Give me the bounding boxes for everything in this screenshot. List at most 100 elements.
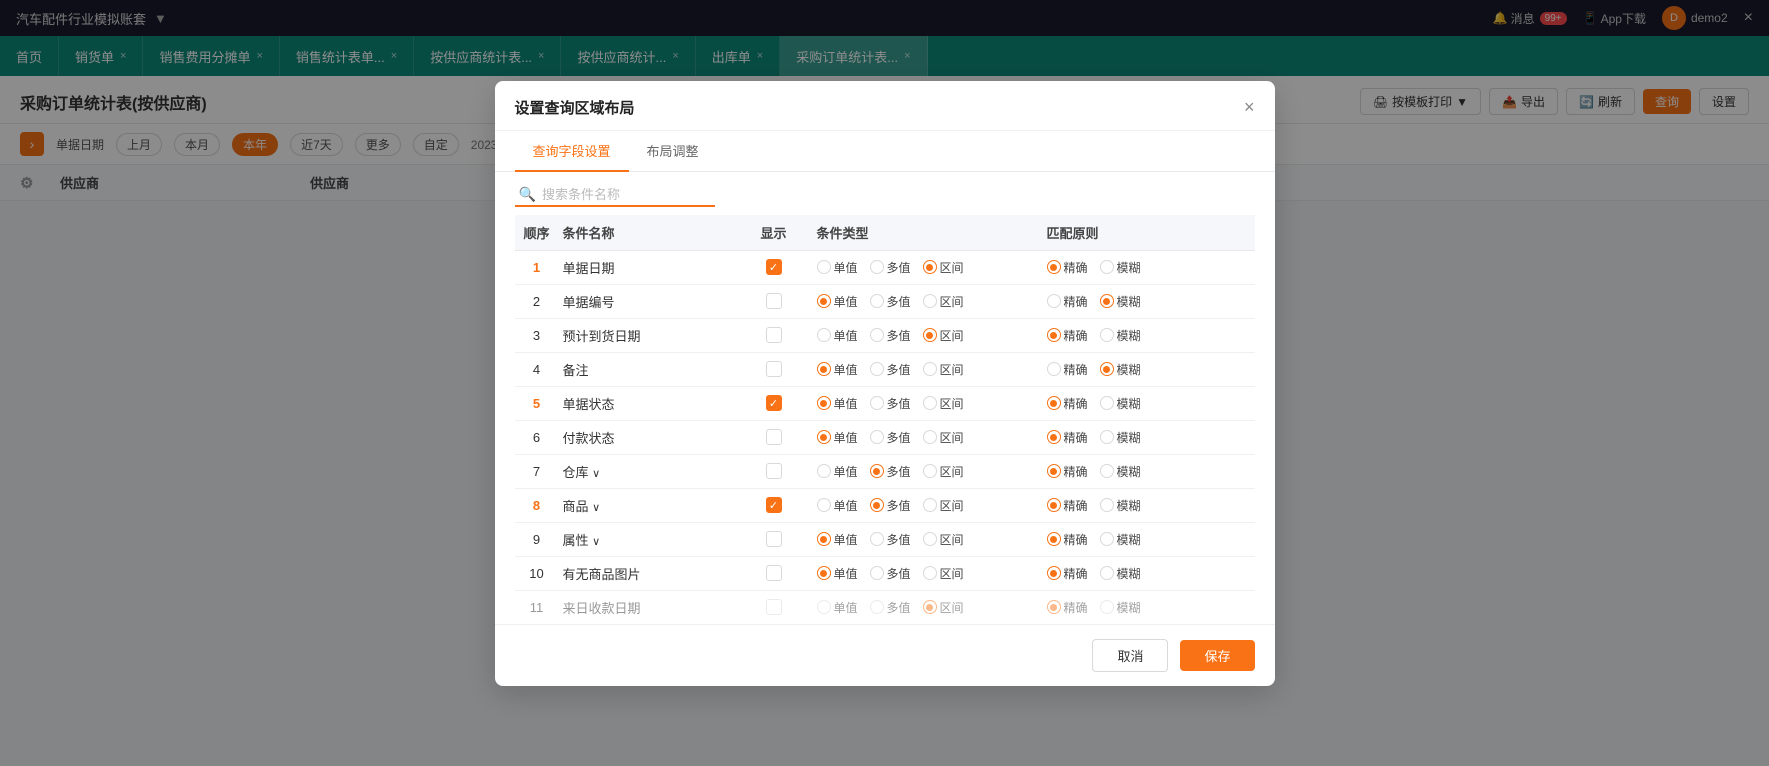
- type-multi[interactable]: 多值: [870, 531, 911, 548]
- tab-query-fields[interactable]: 查询字段设置: [515, 131, 629, 172]
- radio-exact-dot[interactable]: [1047, 600, 1061, 614]
- type-multi[interactable]: 多值: [870, 497, 911, 514]
- match-exact[interactable]: 精确: [1047, 259, 1088, 276]
- radio-single-dot[interactable]: [817, 464, 831, 478]
- type-range[interactable]: 区间: [923, 599, 964, 616]
- match-fuzzy[interactable]: 模糊: [1100, 395, 1141, 412]
- type-range[interactable]: 区间: [923, 327, 964, 344]
- type-single[interactable]: 单值: [817, 565, 858, 582]
- radio-exact-dot[interactable]: [1047, 464, 1061, 478]
- radio-exact-dot[interactable]: [1047, 362, 1061, 376]
- row-show[interactable]: [739, 293, 809, 309]
- radio-exact-dot[interactable]: [1047, 260, 1061, 274]
- radio-range-dot[interactable]: [923, 294, 937, 308]
- match-exact[interactable]: 精确: [1047, 497, 1088, 514]
- show-checkbox[interactable]: [766, 497, 782, 513]
- radio-fuzzy-dot[interactable]: [1100, 566, 1114, 580]
- show-checkbox[interactable]: [766, 599, 782, 615]
- type-single[interactable]: 单值: [817, 599, 858, 616]
- type-multi[interactable]: 多值: [870, 361, 911, 378]
- match-fuzzy[interactable]: 模糊: [1100, 463, 1141, 480]
- radio-multi-dot[interactable]: [870, 294, 884, 308]
- match-fuzzy[interactable]: 模糊: [1100, 361, 1141, 378]
- radio-multi-dot[interactable]: [870, 498, 884, 512]
- radio-range-dot[interactable]: [923, 396, 937, 410]
- radio-fuzzy-dot[interactable]: [1100, 498, 1114, 512]
- row-show[interactable]: [739, 361, 809, 377]
- show-checkbox[interactable]: [766, 327, 782, 343]
- radio-fuzzy-dot[interactable]: [1100, 532, 1114, 546]
- row-show[interactable]: [739, 531, 809, 547]
- radio-exact-dot[interactable]: [1047, 396, 1061, 410]
- tab-layout-adjust[interactable]: 布局调整: [629, 131, 717, 172]
- type-range[interactable]: 区间: [923, 361, 964, 378]
- type-range[interactable]: 区间: [923, 395, 964, 412]
- type-multi[interactable]: 多值: [870, 429, 911, 446]
- radio-range-dot[interactable]: [923, 566, 937, 580]
- row-show[interactable]: [739, 429, 809, 445]
- radio-single-dot[interactable]: [817, 498, 831, 512]
- radio-multi-dot[interactable]: [870, 362, 884, 376]
- match-fuzzy[interactable]: 模糊: [1100, 293, 1141, 310]
- match-exact[interactable]: 精确: [1047, 429, 1088, 446]
- type-range[interactable]: 区间: [923, 463, 964, 480]
- match-exact[interactable]: 精确: [1047, 293, 1088, 310]
- type-single[interactable]: 单值: [817, 293, 858, 310]
- cancel-button[interactable]: 取消: [1092, 639, 1168, 672]
- type-multi[interactable]: 多值: [870, 293, 911, 310]
- radio-fuzzy-dot[interactable]: [1100, 328, 1114, 342]
- show-checkbox[interactable]: [766, 293, 782, 309]
- type-range[interactable]: 区间: [923, 429, 964, 446]
- type-single[interactable]: 单值: [817, 531, 858, 548]
- type-single[interactable]: 单值: [817, 497, 858, 514]
- radio-range-dot[interactable]: [923, 600, 937, 614]
- type-multi[interactable]: 多值: [870, 565, 911, 582]
- match-exact[interactable]: 精确: [1047, 395, 1088, 412]
- dialog-close-button[interactable]: ×: [1244, 98, 1255, 116]
- radio-range-dot[interactable]: [923, 532, 937, 546]
- type-single[interactable]: 单值: [817, 429, 858, 446]
- radio-fuzzy-dot[interactable]: [1100, 600, 1114, 614]
- show-checkbox[interactable]: [766, 463, 782, 479]
- radio-range-dot[interactable]: [923, 328, 937, 342]
- radio-single-dot[interactable]: [817, 532, 831, 546]
- type-multi[interactable]: 多值: [870, 259, 911, 276]
- save-button[interactable]: 保存: [1180, 640, 1254, 671]
- radio-fuzzy-dot[interactable]: [1100, 362, 1114, 376]
- radio-range-dot[interactable]: [923, 362, 937, 376]
- radio-range-dot[interactable]: [923, 430, 937, 444]
- match-fuzzy[interactable]: 模糊: [1100, 327, 1141, 344]
- type-multi[interactable]: 多值: [870, 599, 911, 616]
- radio-fuzzy-dot[interactable]: [1100, 464, 1114, 478]
- type-single[interactable]: 单值: [817, 327, 858, 344]
- show-checkbox[interactable]: [766, 259, 782, 275]
- type-multi[interactable]: 多值: [870, 463, 911, 480]
- type-single[interactable]: 单值: [817, 395, 858, 412]
- radio-single-dot[interactable]: [817, 260, 831, 274]
- radio-exact-dot[interactable]: [1047, 498, 1061, 512]
- radio-multi-dot[interactable]: [870, 464, 884, 478]
- match-fuzzy[interactable]: 模糊: [1100, 259, 1141, 276]
- show-checkbox[interactable]: [766, 565, 782, 581]
- radio-exact-dot[interactable]: [1047, 566, 1061, 580]
- row-show[interactable]: [739, 259, 809, 275]
- match-exact[interactable]: 精确: [1047, 531, 1088, 548]
- row-show[interactable]: [739, 327, 809, 343]
- match-exact[interactable]: 精确: [1047, 327, 1088, 344]
- match-exact[interactable]: 精确: [1047, 599, 1088, 616]
- match-fuzzy[interactable]: 模糊: [1100, 531, 1141, 548]
- radio-fuzzy-dot[interactable]: [1100, 260, 1114, 274]
- match-fuzzy[interactable]: 模糊: [1100, 497, 1141, 514]
- radio-fuzzy-dot[interactable]: [1100, 294, 1114, 308]
- radio-multi-dot[interactable]: [870, 600, 884, 614]
- match-fuzzy[interactable]: 模糊: [1100, 599, 1141, 616]
- radio-single-dot[interactable]: [817, 294, 831, 308]
- radio-single-dot[interactable]: [817, 362, 831, 376]
- match-exact[interactable]: 精确: [1047, 361, 1088, 378]
- radio-multi-dot[interactable]: [870, 566, 884, 580]
- radio-fuzzy-dot[interactable]: [1100, 396, 1114, 410]
- type-range[interactable]: 区间: [923, 497, 964, 514]
- row-show[interactable]: [739, 497, 809, 513]
- match-exact[interactable]: 精确: [1047, 565, 1088, 582]
- type-single[interactable]: 单值: [817, 361, 858, 378]
